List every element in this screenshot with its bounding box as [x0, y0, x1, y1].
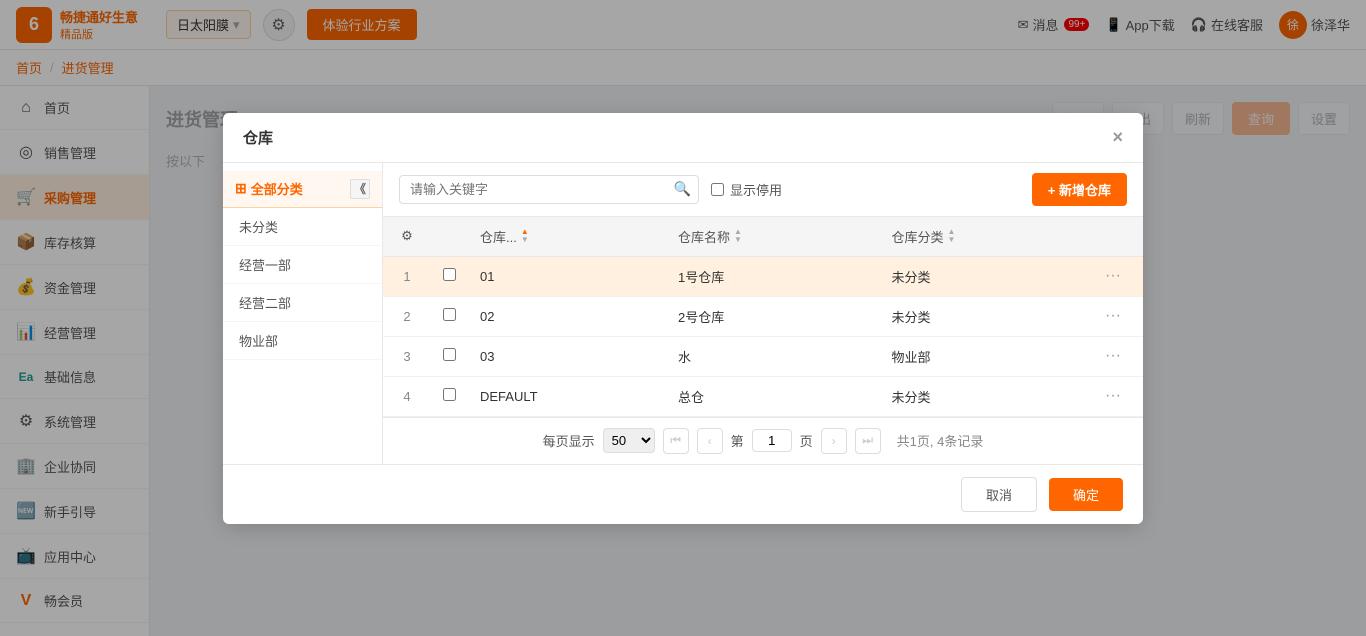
page-info: 共1页, 4条记录 — [897, 431, 984, 450]
row-num: 3 — [383, 336, 431, 376]
modal-title: 仓库 — [243, 127, 273, 148]
th-warehouse-name[interactable]: 仓库名称 ▲▼ — [666, 217, 879, 257]
table-row[interactable]: 3 03 水 物业部 ··· — [383, 336, 1143, 376]
cancel-button[interactable]: 取消 — [961, 477, 1037, 512]
page-prefix: 第 — [731, 431, 744, 450]
modal-toolbar: 🔍 显示停用 + 新增仓库 — [383, 163, 1143, 217]
more-icon[interactable]: ··· — [1105, 387, 1121, 404]
confirm-button[interactable]: 确定 — [1049, 478, 1123, 511]
sort-icon-name: ▲▼ — [734, 228, 742, 244]
sort-icon-id: ▲▼ — [521, 228, 529, 244]
modal-footer: 取消 确定 — [223, 464, 1143, 524]
cat-item-ops2[interactable]: 经营二部 — [223, 284, 382, 322]
table-row[interactable]: 2 02 2号仓库 未分类 ··· — [383, 296, 1143, 336]
more-icon[interactable]: ··· — [1105, 267, 1121, 284]
row-check[interactable] — [431, 256, 468, 296]
last-page-button[interactable]: ⏭ — [855, 428, 881, 454]
modal-close-button[interactable]: × — [1112, 128, 1123, 146]
collapse-button[interactable]: 《 — [350, 179, 370, 199]
category-sidebar: ⊞ 全部分类 《 未分类 经营一部 经营二部 物业部 — [223, 163, 383, 464]
modal-body: ⊞ 全部分类 《 未分类 经营一部 经营二部 物业部 — [223, 163, 1143, 464]
next-page-button[interactable]: › — [821, 428, 847, 454]
row-num: 2 — [383, 296, 431, 336]
row-id: 01 — [468, 256, 666, 296]
category-all[interactable]: ⊞ 全部分类 《 — [223, 171, 382, 208]
first-page-button[interactable]: ⏮ — [663, 428, 689, 454]
row-more[interactable]: ··· — [1093, 336, 1143, 376]
row-cat: 物业部 — [879, 336, 1093, 376]
show-disabled-label: 显示停用 — [711, 180, 782, 199]
row-cat: 未分类 — [879, 256, 1093, 296]
page-input[interactable] — [752, 429, 792, 452]
table-header: ⚙ 仓库... ▲▼ — [383, 217, 1143, 257]
row-name: 1号仓库 — [666, 256, 879, 296]
warehouse-table-wrap: ⚙ 仓库... ▲▼ — [383, 217, 1143, 417]
cat-all-label: 全部分类 — [251, 179, 303, 198]
settings-col-icon: ⚙ — [401, 228, 413, 243]
per-page-label: 每页显示 — [543, 431, 595, 450]
row-more[interactable]: ··· — [1093, 256, 1143, 296]
add-warehouse-button[interactable]: + 新增仓库 — [1032, 173, 1127, 206]
more-icon[interactable]: ··· — [1105, 347, 1121, 364]
search-icon[interactable]: 🔍 — [674, 181, 691, 198]
row-check[interactable] — [431, 336, 468, 376]
th-actions — [1093, 217, 1143, 257]
show-disabled-checkbox[interactable] — [711, 183, 724, 196]
table-body: 1 01 1号仓库 未分类 ··· 2 02 2 — [383, 256, 1143, 416]
cat-item-property[interactable]: 物业部 — [223, 322, 382, 360]
warehouse-table: ⚙ 仓库... ▲▼ — [383, 217, 1143, 417]
cat-item-ops1[interactable]: 经营一部 — [223, 246, 382, 284]
search-input-wrap: 🔍 — [399, 175, 699, 204]
grid-icon: ⊞ — [235, 180, 247, 197]
pagination: 每页显示 50 100 ⏮ ‹ 第 页 › ⏭ 共1页, 4条记录 — [383, 417, 1143, 464]
table-row[interactable]: 4 DEFAULT 总仓 未分类 ··· — [383, 376, 1143, 416]
row-id: 02 — [468, 296, 666, 336]
row-name: 2号仓库 — [666, 296, 879, 336]
row-id: DEFAULT — [468, 376, 666, 416]
row-more[interactable]: ··· — [1093, 376, 1143, 416]
table-row[interactable]: 1 01 1号仓库 未分类 ··· — [383, 256, 1143, 296]
row-more[interactable]: ··· — [1093, 296, 1143, 336]
warehouse-modal: 仓库 × ⊞ 全部分类 《 未分类 经营一部 — [223, 113, 1143, 524]
th-settings[interactable]: ⚙ — [383, 217, 431, 257]
page-size-select[interactable]: 50 100 — [603, 428, 655, 453]
th-warehouse-cat[interactable]: 仓库分类 ▲▼ — [879, 217, 1093, 257]
more-icon[interactable]: ··· — [1105, 307, 1121, 324]
prev-page-button[interactable]: ‹ — [697, 428, 723, 454]
row-name: 总仓 — [666, 376, 879, 416]
th-warehouse-id[interactable]: 仓库... ▲▼ — [468, 217, 666, 257]
row-check[interactable] — [431, 376, 468, 416]
modal-header: 仓库 × — [223, 113, 1143, 163]
sort-icon-cat: ▲▼ — [948, 228, 956, 244]
row-cat: 未分类 — [879, 296, 1093, 336]
row-name: 水 — [666, 336, 879, 376]
modal-overlay: 仓库 × ⊞ 全部分类 《 未分类 经营一部 — [0, 0, 1366, 636]
row-num: 4 — [383, 376, 431, 416]
row-check[interactable] — [431, 296, 468, 336]
th-check — [431, 217, 468, 257]
row-cat: 未分类 — [879, 376, 1093, 416]
search-input[interactable] — [399, 175, 699, 204]
row-num: 1 — [383, 256, 431, 296]
cat-item-unclassified[interactable]: 未分类 — [223, 208, 382, 246]
row-id: 03 — [468, 336, 666, 376]
modal-main: 🔍 显示停用 + 新增仓库 ⚙ — [383, 163, 1143, 464]
page-suffix: 页 — [800, 431, 813, 450]
